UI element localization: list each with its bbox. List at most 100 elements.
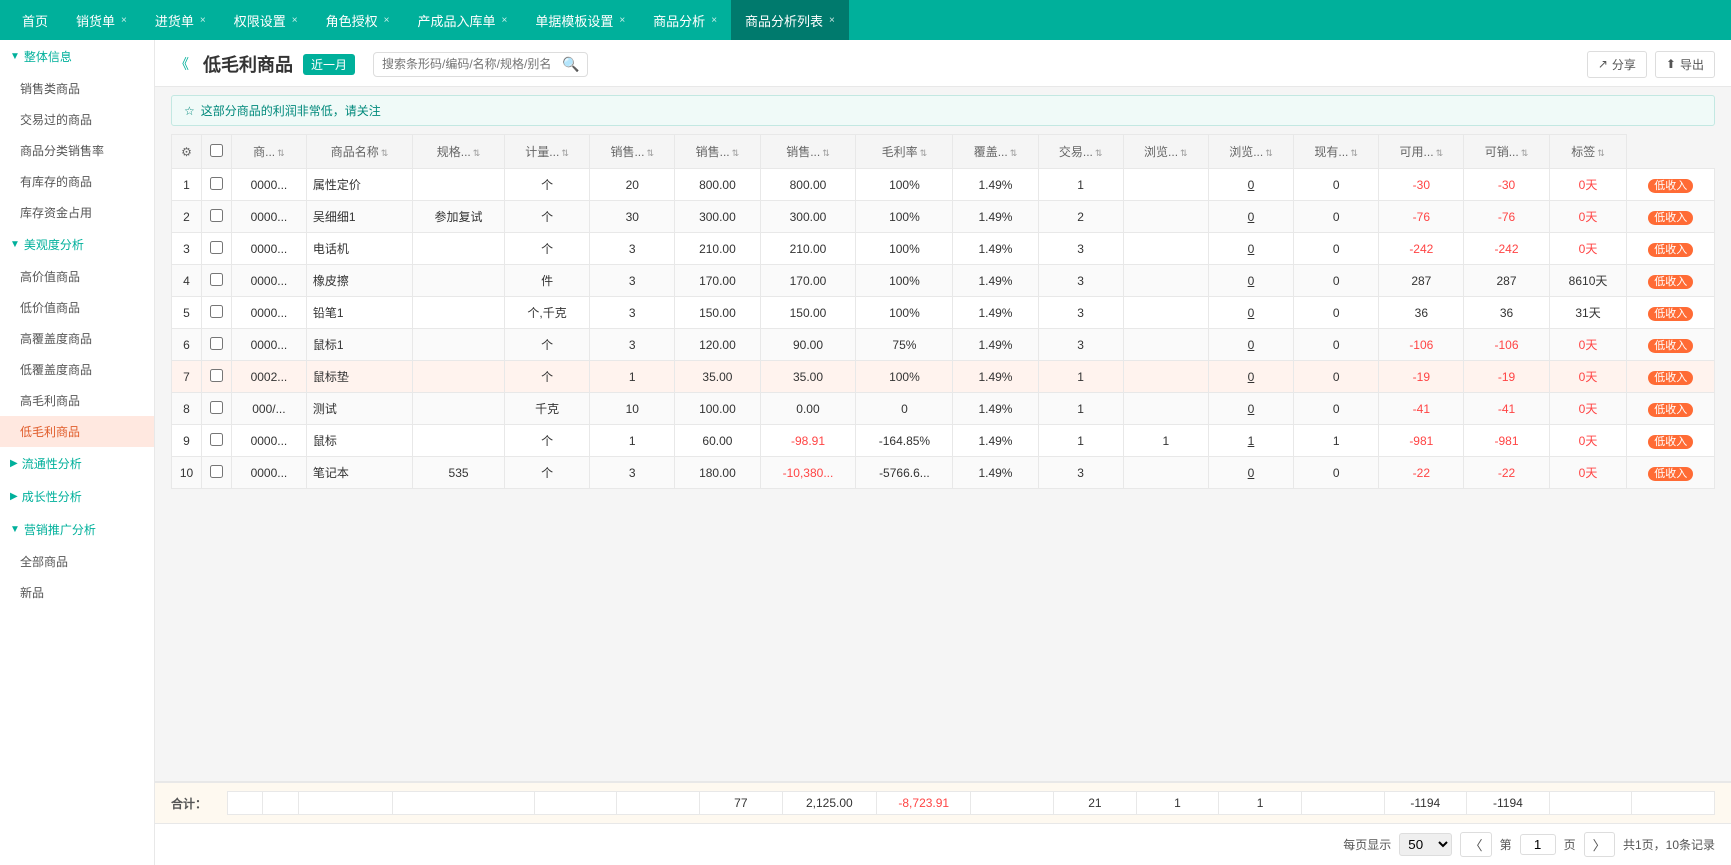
sidebar-item-high-value[interactable]: 高价值商品 [0,261,154,292]
export-button[interactable]: ⬆ 导出 [1655,51,1715,78]
row-view1[interactable]: 0 [1208,393,1293,425]
nav-close-icon[interactable]: × [711,15,717,26]
settings-icon[interactable]: ⚙ [181,145,192,159]
row-checkbox[interactable] [210,273,223,286]
row-checkbox-cell[interactable] [202,425,232,457]
header-actions: ↗ 分享 ⬆ 导出 [1587,51,1715,78]
sidebar-section-beauty[interactable]: ▼ 美观度分析 [0,228,154,261]
nav-purchase-order[interactable]: 进货单 × [141,0,220,40]
row-checkbox-cell[interactable] [202,297,232,329]
sidebar-item-new-goods[interactable]: 新品 [0,577,154,608]
sidebar-item-low-value[interactable]: 低价值商品 [0,292,154,323]
row-name[interactable]: 测试 [306,393,412,425]
sidebar-item-all-goods[interactable]: 全部商品 [0,546,154,577]
next-page-button[interactable]: 〉 [1584,832,1615,857]
row-coverage: 1 [1038,169,1123,201]
row-name[interactable]: 笔记本 [306,457,412,489]
row-checkbox-cell[interactable] [202,361,232,393]
row-trade [1123,201,1208,233]
nav-close-icon[interactable]: × [829,15,835,26]
row-view1[interactable]: 0 [1208,361,1293,393]
row-view1[interactable]: 0 [1208,201,1293,233]
nav-product-analysis-list[interactable]: 商品分析列表 × [731,0,849,40]
sidebar-item-capital[interactable]: 库存资金占用 [0,197,154,228]
nav-template-settings[interactable]: 单据模板设置 × [521,0,639,40]
row-name[interactable]: 橡皮擦 [306,265,412,297]
row-checkbox[interactable] [210,337,223,350]
select-all-checkbox[interactable] [210,144,223,157]
row-qty: 1 [590,425,675,457]
row-checkbox-cell[interactable] [202,457,232,489]
row-name[interactable]: 鼠标垫 [306,361,412,393]
row-name[interactable]: 属性定价 [306,169,412,201]
sidebar-item-sales-goods[interactable]: 销售类商品 [0,73,154,104]
sidebar-item-high-coverage[interactable]: 高覆盖度商品 [0,323,154,354]
row-name[interactable]: 电话机 [306,233,412,265]
share-button[interactable]: ↗ 分享 [1587,51,1647,78]
nav-close-icon[interactable]: × [501,15,507,26]
row-code: 0000... [232,169,307,201]
row-spec: 535 [413,457,505,489]
prev-page-button[interactable]: 〈 [1460,832,1491,857]
sidebar-item-low-gross[interactable]: 低毛利商品 [0,416,154,447]
row-sellable: 0天 [1549,457,1627,489]
row-code: 0000... [232,201,307,233]
row-name[interactable]: 吴细细1 [306,201,412,233]
row-checkbox[interactable] [210,465,223,478]
sidebar-section-growth[interactable]: ▶ 成长性分析 [0,480,154,513]
nav-close-icon[interactable]: × [619,15,625,26]
row-gross-rate: 1.49% [953,361,1038,393]
row-checkbox[interactable] [210,305,223,318]
nav-close-icon[interactable]: × [200,15,206,26]
nav-close-icon[interactable]: × [121,15,127,26]
row-view1[interactable]: 0 [1208,233,1293,265]
row-checkbox[interactable] [210,433,223,446]
sidebar-item-low-coverage[interactable]: 低覆盖度商品 [0,354,154,385]
row-view1[interactable]: 0 [1208,265,1293,297]
sidebar-item-category-rate[interactable]: 商品分类销售率 [0,135,154,166]
search-icon[interactable]: 🔍 [562,56,579,73]
row-stock: -30 [1379,169,1464,201]
sidebar-section-overall[interactable]: ▼ 整体信息 [0,40,154,73]
sidebar-collapse-button[interactable]: 《 [171,50,193,78]
nav-product-inbound[interactable]: 产成品入库单 × [403,0,521,40]
row-cost: 100% [856,169,953,201]
sidebar-item-in-stock[interactable]: 有库存的商品 [0,166,154,197]
nav-sales-order[interactable]: 销货单 × [62,0,141,40]
row-checkbox[interactable] [210,369,223,382]
row-view1[interactable]: 0 [1208,169,1293,201]
row-view1[interactable]: 0 [1208,297,1293,329]
sidebar-item-high-gross[interactable]: 高毛利商品 [0,385,154,416]
sidebar-section-circulation[interactable]: ▶ 流通性分析 [0,447,154,480]
nav-close-icon[interactable]: × [292,15,298,26]
row-name[interactable]: 鼠标 [306,425,412,457]
nav-close-icon[interactable]: × [384,15,390,26]
row-checkbox-cell[interactable] [202,265,232,297]
row-name[interactable]: 铅笔1 [306,297,412,329]
row-view1[interactable]: 1 [1208,425,1293,457]
row-checkbox-cell[interactable] [202,233,232,265]
row-name[interactable]: 鼠标1 [306,329,412,361]
row-checkbox[interactable] [210,177,223,190]
nav-permission[interactable]: 权限设置 × [220,0,312,40]
page-number-input[interactable] [1520,834,1556,855]
time-range-button[interactable]: 近一月 [303,54,355,75]
sidebar: ▼ 整体信息 销售类商品 交易过的商品 商品分类销售率 有库存的商品 库存资金占… [0,40,155,865]
nav-role-auth[interactable]: 角色授权 × [312,0,404,40]
nav-product-analysis[interactable]: 商品分析 × [639,0,731,40]
row-view1[interactable]: 0 [1208,457,1293,489]
sidebar-item-traded-goods[interactable]: 交易过的商品 [0,104,154,135]
per-page-select[interactable]: 50 100 200 [1399,833,1452,856]
search-input[interactable] [382,57,562,71]
row-view1[interactable]: 0 [1208,329,1293,361]
row-checkbox[interactable] [210,209,223,222]
row-checkbox-cell[interactable] [202,169,232,201]
sidebar-section-marketing[interactable]: ▼ 营销推广分析 [0,513,154,546]
row-checkbox-cell[interactable] [202,393,232,425]
page-title: 低毛利商品 [203,51,293,77]
row-checkbox[interactable] [210,241,223,254]
row-checkbox[interactable] [210,401,223,414]
row-checkbox-cell[interactable] [202,329,232,361]
nav-home[interactable]: 首页 [8,0,62,40]
row-checkbox-cell[interactable] [202,201,232,233]
